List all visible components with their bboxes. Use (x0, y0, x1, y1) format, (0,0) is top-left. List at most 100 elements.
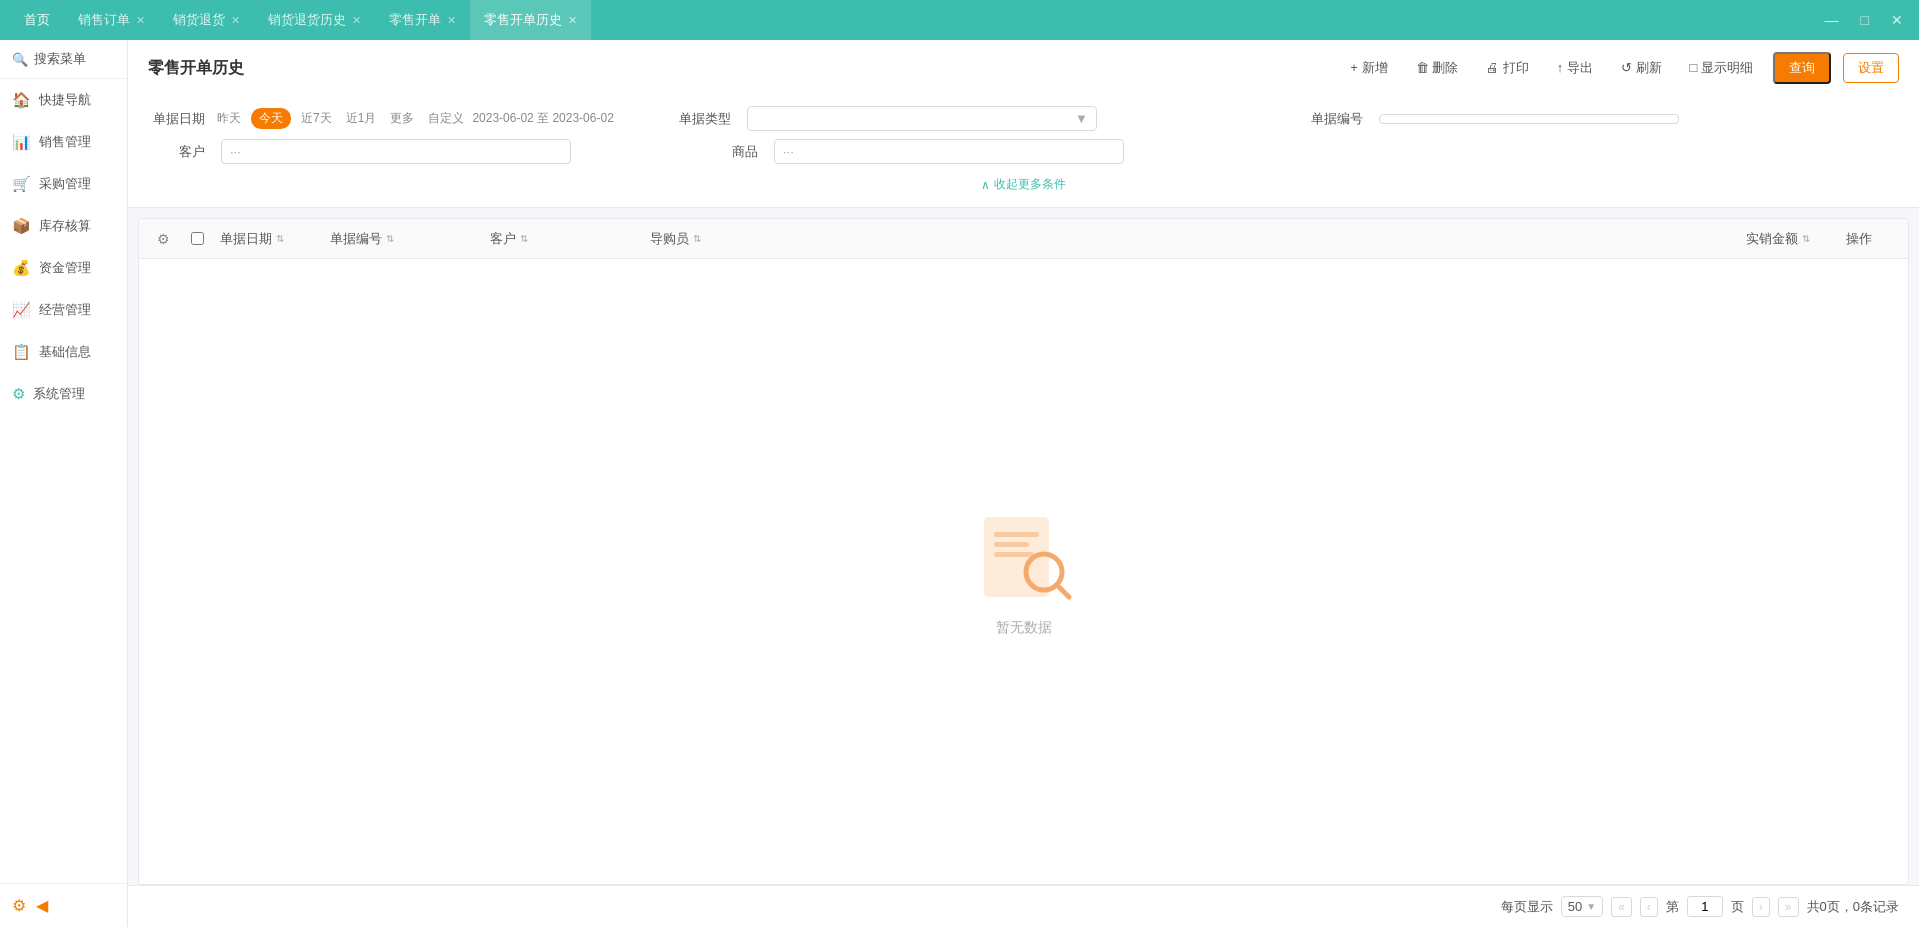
sidebar-item-sales-mgmt[interactable]: 📊 销售管理 (0, 121, 127, 163)
query-button[interactable]: 查询 (1773, 52, 1831, 84)
sidebar-item-purchase-mgmt-label: 采购管理 (39, 175, 91, 193)
collapse-filter-button[interactable]: ∧ 收起更多条件 (148, 172, 1899, 197)
goods-filter-label: 商品 (701, 143, 766, 161)
collapse-filter-label: 收起更多条件 (994, 176, 1066, 193)
home-icon: 🏠 (12, 91, 31, 109)
sidebar-search[interactable]: 🔍 搜索菜单 (0, 40, 127, 79)
tab-retail-open-history-label: 零售开单历史 (484, 11, 562, 29)
checkbox-input[interactable] (191, 232, 204, 245)
per-page-select[interactable]: 50 ▼ (1561, 896, 1603, 917)
svg-rect-1 (994, 532, 1039, 537)
date-btn-yesterday[interactable]: 昨天 (213, 108, 245, 129)
th-num[interactable]: 单据编号 ⇅ (322, 230, 482, 248)
page-header: 零售开单历史 + 新增 🗑 删除 🖨 打印 ↑ 导出 ↺ 刷新 □ 显示明细 查… (128, 40, 1919, 208)
first-page-button[interactable]: « (1611, 897, 1632, 917)
sidebar-item-basic-info[interactable]: 📋 基础信息 (0, 331, 127, 373)
table-header: ⚙ 单据日期 ⇅ 单据编号 ⇅ 客户 ⇅ (139, 219, 1908, 259)
close-button[interactable]: ✕ (1885, 10, 1909, 30)
sidebar-item-operations[interactable]: 📈 经营管理 (0, 289, 127, 331)
th-guide[interactable]: 导购员 ⇅ (642, 230, 742, 248)
dropdown-icon: ▼ (1075, 111, 1088, 126)
prev-page-button[interactable]: ‹ (1640, 897, 1658, 917)
tab-retail-open-close[interactable]: ✕ (447, 14, 456, 27)
tab-sales-order-label: 销售订单 (78, 11, 130, 29)
pagination: 每页显示 50 ▼ « ‹ 第 页 › » 共0页，0条记录 (128, 885, 1919, 927)
sidebar-item-inventory-label: 库存核算 (39, 217, 91, 235)
th-customer-label: 客户 (490, 230, 516, 248)
page-label: 第 (1666, 898, 1679, 916)
filter-area: 单据日期 昨天 今天 近7天 近1月 更多 自定义 2023-06-02 至 2… (148, 96, 1899, 207)
page-header-top: 零售开单历史 + 新增 🗑 删除 🖨 打印 ↑ 导出 ↺ 刷新 □ 显示明细 查… (148, 52, 1899, 84)
tab-retail-open[interactable]: 零售开单 ✕ (375, 0, 470, 40)
th-num-label: 单据编号 (330, 230, 382, 248)
tab-sales-return-close[interactable]: ✕ (231, 14, 240, 27)
last-page-button[interactable]: » (1778, 897, 1799, 917)
tab-home[interactable]: 首页 (10, 0, 64, 40)
date-btn-last1month[interactable]: 近1月 (342, 108, 381, 129)
main-layout: 🔍 搜索菜单 🏠 快捷导航 📊 销售管理 🛒 采购管理 📦 库存核算 💰 资金管… (0, 40, 1919, 927)
tab-retail-open-history-close[interactable]: ✕ (568, 14, 577, 27)
add-button[interactable]: + 新增 (1342, 55, 1395, 81)
doc-num-section: 单据编号 (1266, 110, 1899, 128)
tab-sales-order[interactable]: 销售订单 ✕ (64, 0, 159, 40)
doc-type-select[interactable]: ▼ (747, 106, 1097, 131)
column-settings-icon[interactable]: ⚙ (149, 231, 178, 247)
minimize-button[interactable]: — (1819, 10, 1845, 30)
goods-section: 商品 ··· (571, 139, 1899, 164)
svg-point-6 (1033, 561, 1047, 575)
date-btn-last7[interactable]: 近7天 (297, 108, 336, 129)
sidebar-item-inventory[interactable]: 📦 库存核算 (0, 205, 127, 247)
system-mgmt-icon: ⚙ (12, 385, 25, 403)
maximize-button[interactable]: □ (1855, 10, 1875, 30)
purchase-icon: 🛒 (12, 175, 31, 193)
export-button[interactable]: ↑ 导出 (1549, 55, 1601, 81)
sidebar-item-system-mgmt[interactable]: ⚙ 系统管理 (0, 373, 127, 415)
select-all-checkbox[interactable] (182, 232, 212, 245)
refresh-button[interactable]: ↺ 刷新 (1613, 55, 1670, 81)
date-range-display: 2023-06-02 至 2023-06-02 (472, 110, 613, 127)
sidebar-item-finance[interactable]: 💰 资金管理 (0, 247, 127, 289)
table-container: ⚙ 单据日期 ⇅ 单据编号 ⇅ 客户 ⇅ (138, 218, 1909, 885)
date-btn-custom[interactable]: 自定义 (424, 108, 468, 129)
tab-sales-return-history[interactable]: 销货退货历史 ✕ (254, 0, 375, 40)
svg-rect-2 (994, 542, 1029, 547)
search-icon: 🔍 (12, 52, 28, 67)
th-customer[interactable]: 客户 ⇅ (482, 230, 642, 248)
sidebar-item-quick-nav[interactable]: 🏠 快捷导航 (0, 79, 127, 121)
tab-sales-return-history-label: 销货退货历史 (268, 11, 346, 29)
finance-icon: 💰 (12, 259, 31, 277)
sort-guide-icon: ⇅ (693, 233, 701, 244)
date-shortcuts: 昨天 今天 近7天 近1月 更多 自定义 (213, 108, 468, 129)
th-amount[interactable]: 实销金额 ⇅ (1738, 230, 1838, 248)
goods-input[interactable]: ··· (774, 139, 1124, 164)
next-page-button[interactable]: › (1752, 897, 1770, 917)
th-date[interactable]: 单据日期 ⇅ (212, 230, 322, 248)
tab-sales-return-history-close[interactable]: ✕ (352, 14, 361, 27)
sidebar-item-quick-nav-label: 快捷导航 (39, 91, 91, 109)
delete-button[interactable]: 🗑 删除 (1408, 55, 1467, 81)
print-button[interactable]: 🖨 打印 (1478, 55, 1537, 81)
tab-sales-return[interactable]: 销货退货 ✕ (159, 0, 254, 40)
date-btn-more[interactable]: 更多 (386, 108, 418, 129)
display-detail-button[interactable]: □ 显示明细 (1682, 55, 1761, 81)
sort-customer-icon: ⇅ (520, 233, 528, 244)
doc-num-input[interactable] (1379, 114, 1679, 124)
settings-icon[interactable]: ⚙ (12, 896, 26, 915)
filter-row-date: 单据日期 昨天 今天 近7天 近1月 更多 自定义 2023-06-02 至 2… (148, 106, 1899, 131)
sidebar-item-sales-mgmt-label: 销售管理 (39, 133, 91, 151)
page-input[interactable] (1687, 896, 1723, 917)
tab-retail-open-history[interactable]: 零售开单历史 ✕ (470, 0, 591, 40)
sidebar-item-basic-info-label: 基础信息 (39, 343, 91, 361)
tab-sales-order-close[interactable]: ✕ (136, 14, 145, 27)
sidebar-item-system-mgmt-label: 系统管理 (33, 385, 85, 403)
doc-type-section: 单据类型 ▼ (614, 106, 1267, 131)
toolbar: + 新增 🗑 删除 🖨 打印 ↑ 导出 ↺ 刷新 □ 显示明细 查询 设置 (1342, 52, 1899, 84)
customer-input[interactable]: ··· (221, 139, 571, 164)
settings-button[interactable]: 设置 (1843, 53, 1899, 83)
collapse-up-icon: ∧ (981, 178, 990, 192)
sort-num-icon: ⇅ (386, 233, 394, 244)
date-btn-today[interactable]: 今天 (251, 108, 291, 129)
sales-icon: 📊 (12, 133, 31, 151)
sidebar-item-purchase-mgmt[interactable]: 🛒 采购管理 (0, 163, 127, 205)
collapse-sidebar-icon[interactable]: ◀ (36, 896, 48, 915)
